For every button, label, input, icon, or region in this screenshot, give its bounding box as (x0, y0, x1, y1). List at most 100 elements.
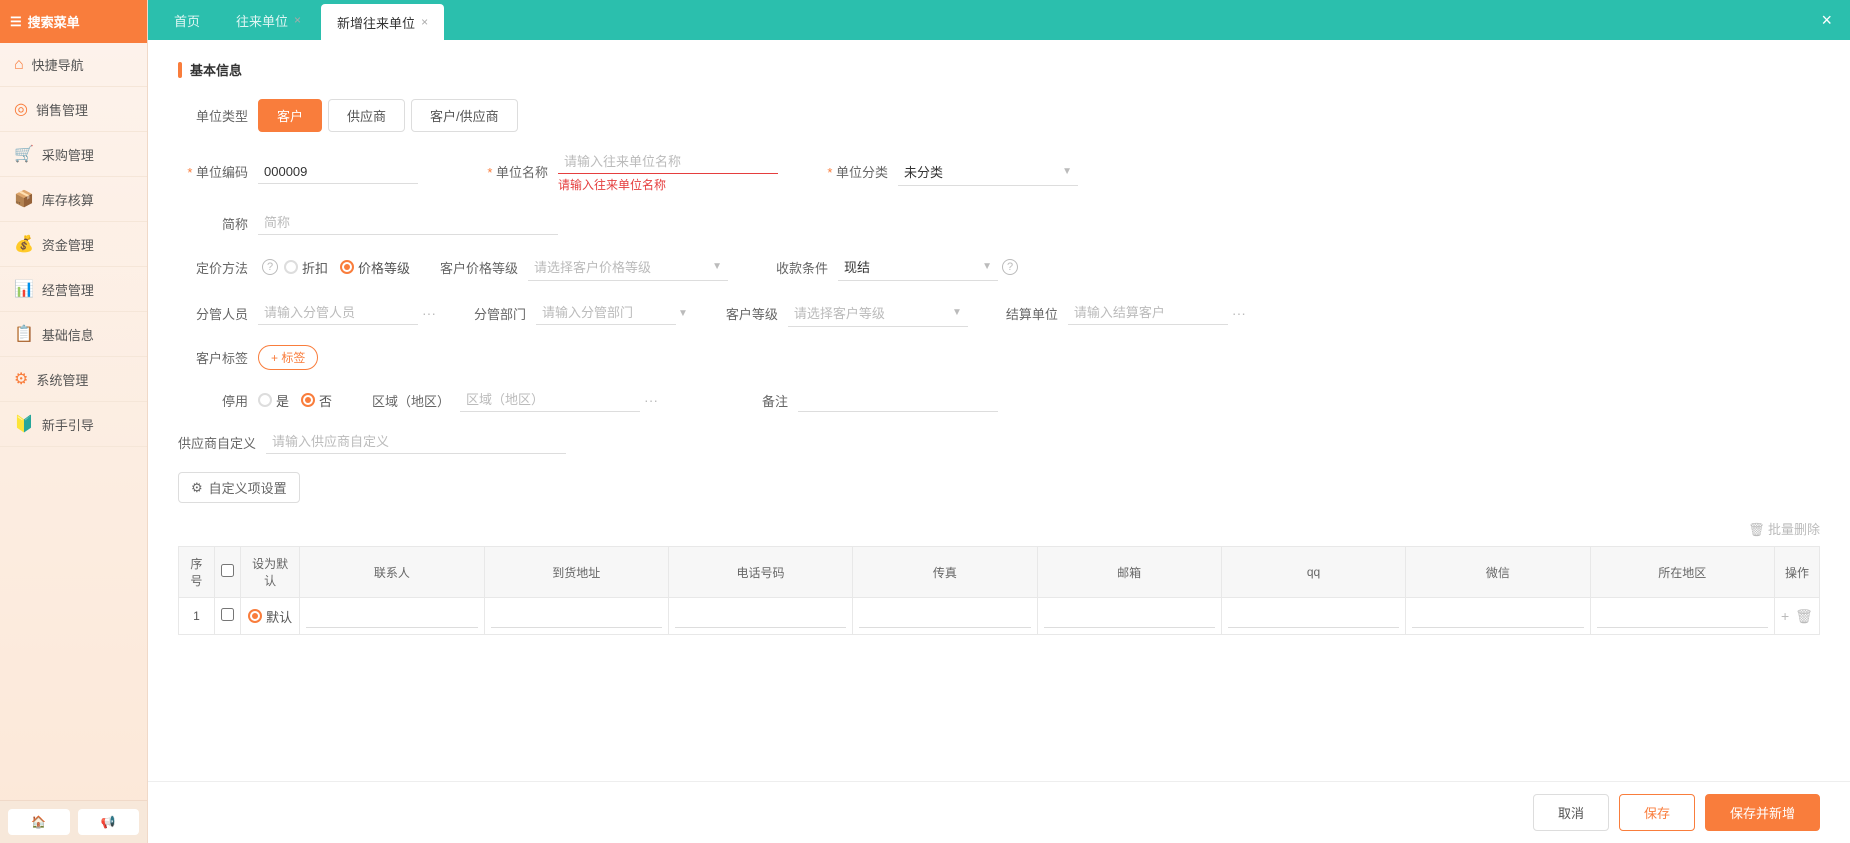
pricing-price-level[interactable]: 价格等级 (340, 258, 410, 277)
custom-settings-button[interactable]: ⚙ 自定义项设置 (178, 472, 300, 503)
customer-level-placeholder: 请选择客户等级 (794, 303, 885, 322)
row-checkbox (214, 598, 240, 635)
row-select-checkbox[interactable] (221, 608, 234, 621)
contact-input[interactable] (306, 604, 477, 628)
batch-delete[interactable]: 🗑 批量删除 (178, 519, 1820, 538)
wechat-input[interactable] (1412, 604, 1583, 628)
customer-level-chevron: ▼ (952, 307, 962, 318)
sidebar-search[interactable]: ☰ 搜索菜单 (0, 0, 147, 43)
gear-icon: ⚙ (191, 480, 203, 496)
delete-row-button[interactable]: 🗑 (1795, 608, 1813, 625)
tab-home-label: 首页 (174, 11, 200, 30)
remark-label: 备注 (718, 391, 798, 410)
row-contact (300, 598, 484, 635)
disabled-yes[interactable]: 是 (258, 391, 289, 410)
default-label: 默认 (266, 607, 292, 626)
sidebar-item-purchase[interactable]: 🛒 采购管理 (0, 132, 147, 177)
main-area: 首页 往来单位 × 新增往来单位 × × 基本信息 单位类型 客户 供应商 客户… (148, 0, 1850, 843)
customer-level-select[interactable]: 请选择客户等级 ▼ (788, 299, 968, 327)
pricing-help-icon[interactable]: ? (262, 259, 278, 275)
department-input[interactable] (536, 301, 676, 325)
manager-input[interactable] (258, 301, 418, 325)
email-input[interactable] (1044, 604, 1215, 628)
address-input[interactable] (491, 604, 662, 628)
unit-name-label: 单位名称 (478, 162, 558, 181)
custom-settings-label: 自定义项设置 (209, 478, 287, 497)
save-button[interactable]: 保存 (1619, 794, 1695, 831)
sidebar-item-basic[interactable]: 📋 基础信息 (0, 312, 147, 357)
disabled-yes-radio[interactable] (258, 393, 272, 407)
cancel-button[interactable]: 取消 (1533, 794, 1609, 831)
unit-type-label: 单位类型 (178, 106, 258, 125)
customer-tag-row: 客户标签 + 标签 (178, 345, 1820, 370)
sidebar-home-btn[interactable]: 🏠 (8, 809, 70, 835)
settlement-more-icon[interactable]: ··· (1232, 305, 1246, 321)
supplier-custom-input[interactable] (266, 430, 566, 454)
row-default-radio[interactable]: 默认 (247, 607, 293, 626)
sidebar-item-operation[interactable]: 📊 经营管理 (0, 267, 147, 312)
region-more-icon[interactable]: ··· (644, 392, 658, 408)
tab-new-partner-close[interactable]: × (421, 15, 428, 29)
disabled-label: 停用 (178, 391, 258, 410)
row-qq (1221, 598, 1405, 635)
operation-icon: 📊 (14, 279, 34, 299)
sidebar-label-system: 系统管理 (36, 370, 88, 389)
pricing-row: 定价方法 ? 折扣 价格等级 客户价格等级 请选择客户价格等级 ▼ 收款条件 (178, 253, 1820, 281)
price-level-radio[interactable] (340, 260, 354, 274)
sidebar-item-guide[interactable]: 🔰 新手引导 (0, 402, 147, 447)
disabled-no[interactable]: 否 (301, 391, 332, 410)
sidebar-item-finance[interactable]: 💰 资金管理 (0, 222, 147, 267)
section-title-basic: 基本信息 (178, 60, 1820, 79)
phone-input[interactable] (675, 604, 846, 628)
unit-code-input[interactable] (258, 160, 418, 184)
payment-help-icon[interactable]: ? (1002, 259, 1018, 275)
settlement-input[interactable] (1068, 301, 1228, 325)
price-level-chevron: ▼ (712, 261, 722, 272)
sidebar-label-purchase: 采购管理 (42, 145, 94, 164)
disabled-row: 停用 是 否 区域（地区） ··· 备注 (178, 388, 1820, 412)
region-input[interactable] (460, 388, 640, 412)
pricing-discount[interactable]: 折扣 (284, 258, 328, 277)
region-label: 区域（地区） (372, 391, 460, 410)
unit-type-customer[interactable]: 客户 (258, 99, 322, 132)
price-level-label: 价格等级 (358, 258, 410, 277)
row-region-input[interactable] (1597, 604, 1768, 628)
select-all-checkbox[interactable] (221, 564, 234, 577)
sidebar-notify-btn[interactable]: 📢 (78, 809, 140, 835)
qq-input[interactable] (1228, 604, 1399, 628)
sidebar-label-guide: 新手引导 (42, 415, 94, 434)
sidebar-label-sales: 销售管理 (36, 100, 88, 119)
sidebar-item-quick-nav[interactable]: ⌂ 快捷导航 (0, 43, 147, 87)
payment-select[interactable]: 现结 ▼ (838, 253, 998, 281)
sidebar-item-sales[interactable]: ◎ 销售管理 (0, 87, 147, 132)
unit-type-both[interactable]: 客户/供应商 (411, 99, 518, 132)
sidebar-item-inventory[interactable]: 📦 库存核算 (0, 177, 147, 222)
basic-icon: 📋 (14, 324, 34, 344)
unit-name-input[interactable] (558, 150, 778, 174)
disabled-no-radio[interactable] (301, 393, 315, 407)
default-radio-circle[interactable] (248, 609, 262, 623)
discount-radio[interactable] (284, 260, 298, 274)
sidebar-item-system[interactable]: ⚙ 系统管理 (0, 357, 147, 402)
form-area: 基本信息 单位类型 客户 供应商 客户/供应商 单位编码 单位名称 请输入往来单… (148, 40, 1850, 781)
batch-delete-label: 批量删除 (1768, 522, 1820, 537)
unit-type-supplier[interactable]: 供应商 (328, 99, 405, 132)
tab-new-partner[interactable]: 新增往来单位 × (321, 4, 444, 40)
tab-partners-close[interactable]: × (294, 13, 301, 27)
remark-input[interactable] (798, 388, 998, 412)
price-level-select[interactable]: 请选择客户价格等级 ▼ (528, 253, 728, 281)
fax-input[interactable] (859, 604, 1030, 628)
price-level-placeholder: 请选择客户价格等级 (534, 257, 651, 276)
unit-category-select[interactable]: 未分类 ▼ (898, 158, 1078, 186)
manager-more-icon[interactable]: ··· (422, 305, 436, 321)
pricing-label: 定价方法 (178, 258, 258, 277)
close-all-tabs[interactable]: × (1813, 6, 1840, 35)
add-row-button[interactable]: + (1781, 608, 1789, 625)
col-index: 序号 (179, 547, 215, 598)
save-and-new-button[interactable]: 保存并新增 (1705, 794, 1820, 831)
add-tag-button[interactable]: + 标签 (258, 345, 318, 370)
tab-home[interactable]: 首页 (158, 4, 216, 36)
short-name-input[interactable] (258, 211, 558, 235)
unit-type-group: 客户 供应商 客户/供应商 (258, 99, 518, 132)
tab-partners[interactable]: 往来单位 × (220, 4, 317, 36)
